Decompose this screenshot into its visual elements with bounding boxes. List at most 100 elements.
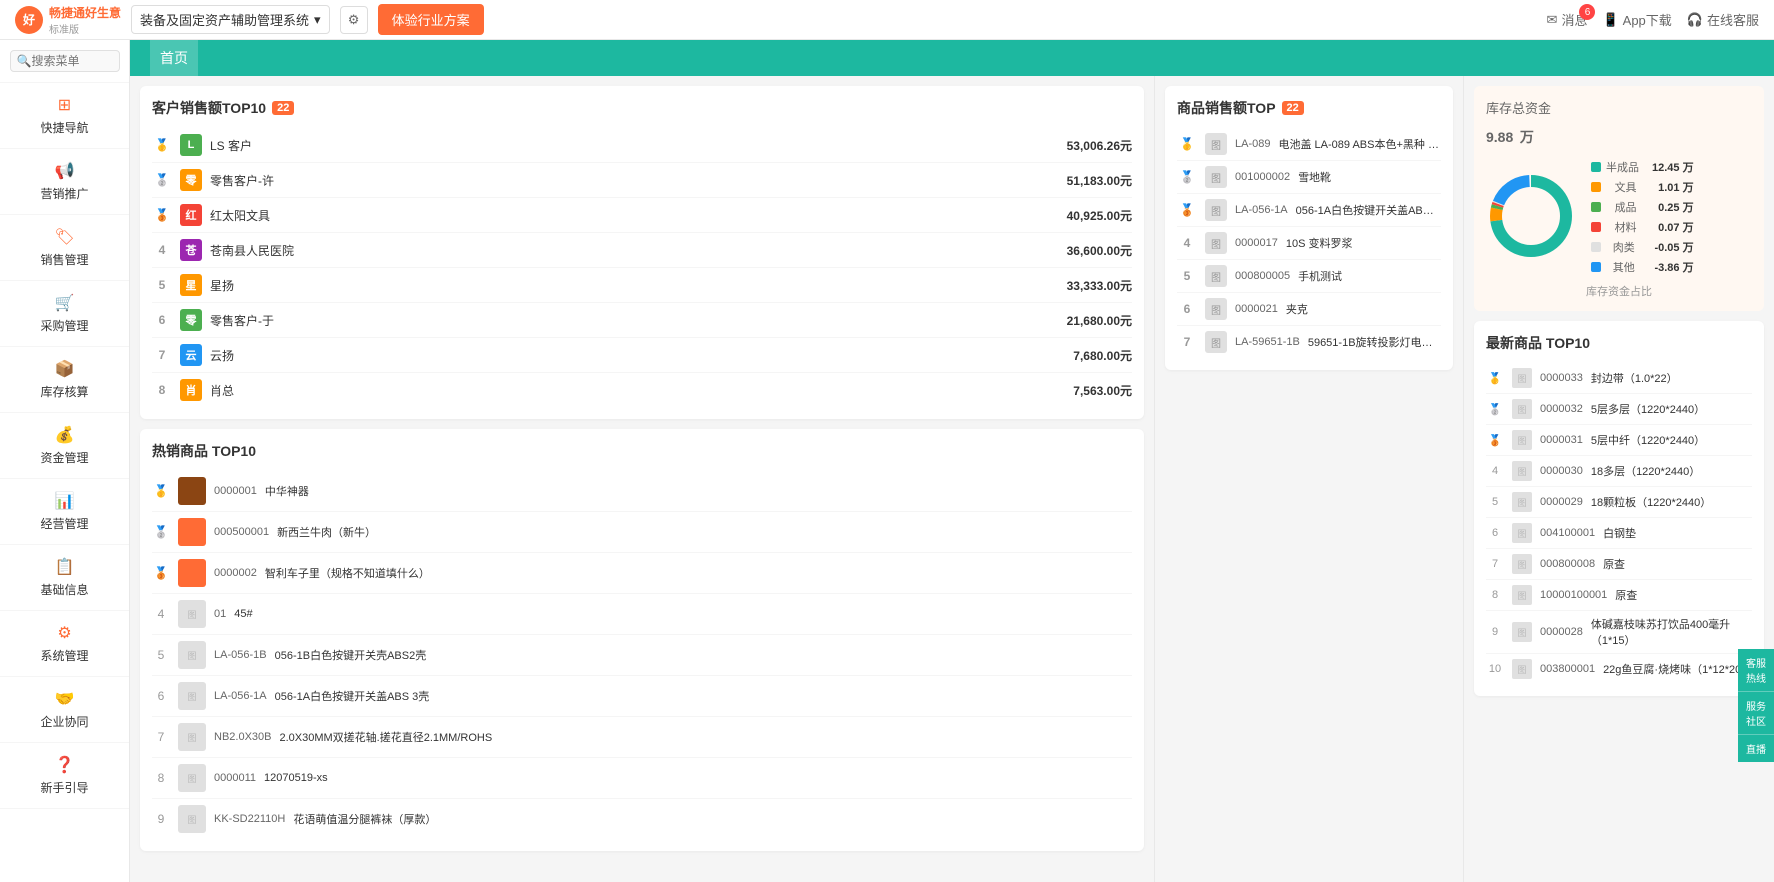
inventory-title: 库存总资金 [1486,98,1752,117]
tab-home[interactable]: 首页 [150,40,198,76]
new-product-row[interactable]: 10 图 003800001 22g鱼豆腐·烧烤味（1*12*20） [1486,654,1752,684]
top-product-row[interactable]: 6 图 0000021 夹克 [1177,293,1441,326]
top-product-row[interactable]: 🥉 图 LA-056-1A 056-1A白色按键开关盖ABS 3壳 [1177,194,1441,227]
topbar: 好 畅捷通好生意 标准版 装备及固定资产辅助管理系统 ▾ ⚙ 体验行业方案 ✉ … [0,0,1774,40]
legend-item: 成品 0.25 万 [1591,199,1694,215]
customer-row[interactable]: 5 星 星扬 33,333.00元 [152,268,1132,303]
customer-row[interactable]: 7 云 云扬 7,680.00元 [152,338,1132,373]
legend-label: 肉类 [1613,239,1635,255]
sidebar-item-finance[interactable]: 💰 资金管理 [0,413,129,479]
sidebar-item-guide[interactable]: ❓ 新手引导 [0,743,129,809]
legend-dot [1591,162,1601,172]
float-btn-service-community[interactable]: 服务社区 [1738,692,1774,735]
new-product-row[interactable]: 🥈 图 0000032 5层多层（1220*2440） [1486,394,1752,425]
hot-rank: 🥇 [152,484,170,498]
rank-number: 🥉 [1177,203,1197,217]
product-thumbnail: 图 [178,723,206,751]
hot-code: 000500001 [214,526,269,538]
hot-name: 2.0X30MM双搓花轴.搓花直径2.1MM/ROHS [279,729,1132,745]
settings-button[interactable]: ⚙ [340,6,368,34]
online-service-label: 在线客服 [1707,10,1759,29]
new-product-row[interactable]: 4 图 0000030 18多层（1220*2440） [1486,456,1752,487]
new-code: 0000033 [1540,372,1583,384]
top-product-row[interactable]: 7 图 LA-59651-1B 59651-1B旋转投影灯电池盒 ABS黑色+5… [1177,326,1441,358]
hot-product-row[interactable]: 🥈 000500001 新西兰牛肉（新牛） [152,512,1132,553]
hot-product-row[interactable]: 6 图 LA-056-1A 056-1A白色按键开关盖ABS 3壳 [152,676,1132,717]
new-rank: 4 [1486,465,1504,477]
hot-rank: 4 [152,607,170,621]
top-products-label: 商品销售额TOP [1177,98,1276,118]
sidebar-item-sales[interactable]: 🏷 销售管理 [0,215,129,281]
sidebar-label-collab: 企业协同 [40,713,88,730]
customer-row[interactable]: 🥈 零 零售客户-许 51,183.00元 [152,163,1132,198]
system-select[interactable]: 装备及固定资产辅助管理系统 ▾ [131,5,330,34]
sidebar-item-system[interactable]: ⚙ 系统管理 [0,611,129,677]
hot-product-row[interactable]: 7 图 NB2.0X30B 2.0X30MM双搓花轴.搓花直径2.1MM/ROH… [152,717,1132,758]
message-button[interactable]: ✉ 消息 6 [1547,10,1588,29]
legend-label: 半成品 [1606,159,1639,175]
product-thumbnail: 图 [178,641,206,669]
sidebar-item-marketing[interactable]: 📢 营销推广 [0,149,129,215]
newest-products-card: 最新商品 TOP10 🥇 图 0000033 封边带（1.0*22） 🥈 图 0… [1474,321,1764,696]
top-products-badge: 22 [1282,101,1304,115]
topbar-right: ✉ 消息 6 📱 App下载 🎧 在线客服 [1547,10,1759,29]
search-menu-item[interactable]: 🔍 [0,40,129,83]
hot-product-row[interactable]: 4 图 01 45# [152,594,1132,635]
app-download-button[interactable]: 📱 App下载 [1602,10,1671,29]
float-btn-customer-service[interactable]: 客服热线 [1738,649,1774,692]
sidebar-item-basic-info[interactable]: 📋 基础信息 [0,545,129,611]
rank-number: 7 [152,348,172,362]
new-product-row[interactable]: 5 图 0000029 18颗粒板（1220*2440） [1486,487,1752,518]
sidebar-item-business[interactable]: 📊 经营管理 [0,479,129,545]
customer-row[interactable]: 🥇 L LS 客户 53,006.26元 [152,128,1132,163]
top-product-row[interactable]: 4 图 0000017 10S 变料罗浆 [1177,227,1441,260]
search-input-wrap[interactable]: 🔍 [10,50,120,72]
new-name: 原查 [1603,556,1752,572]
new-code: 0000028 [1540,626,1583,638]
new-product-row[interactable]: 🥉 图 0000031 5层中纤（1220*2440） [1486,425,1752,456]
customer-avatar: 云 [180,344,202,366]
search-input[interactable] [31,54,111,68]
customer-row[interactable]: 8 肖 肖总 7,563.00元 [152,373,1132,407]
product-thumbnail [178,559,206,587]
logo-text-wrap: 畅捷通好生意 标准版 [49,4,121,36]
sidebar-item-purchase[interactable]: 🛒 采购管理 [0,281,129,347]
legend-value: 12.45 万 [1652,159,1694,175]
sidebar-item-quick-nav[interactable]: ⊞ 快捷导航 [0,83,129,149]
hot-product-row[interactable]: 9 图 KK-SD22110H 花语萌值温分腿裤袜（厚款） [152,799,1132,839]
hot-code: KK-SD22110H [214,813,285,825]
online-service-button[interactable]: 🎧 在线客服 [1687,10,1759,29]
new-product-row[interactable]: 9 图 0000028 体碱嘉枝味苏打饮品400毫升（1*15） [1486,611,1752,654]
customer-name: 苍南县人民医院 [210,242,1059,259]
float-btn-live[interactable]: 直播 [1738,735,1774,762]
customer-row[interactable]: 6 零 零售客户-于 21,680.00元 [152,303,1132,338]
trial-button[interactable]: 体验行业方案 [378,4,484,35]
sidebar-label-finance: 资金管理 [40,449,88,466]
hot-name: 花语萌值温分腿裤袜（厚款） [293,811,1132,827]
hot-product-row[interactable]: 8 图 0000011 12070519-xs [152,758,1132,799]
customer-name: 星扬 [210,277,1059,294]
purchase-icon: 🛒 [55,293,75,313]
new-product-row[interactable]: 7 图 000800008 原查 [1486,549,1752,580]
product-thumbnail: 图 [178,682,206,710]
hot-product-row[interactable]: 🥇 0000001 中华神器 [152,471,1132,512]
top-product-row[interactable]: 🥈 图 001000002 雪地靴 [1177,161,1441,194]
right-panel: 库存总资金 9.88 万 [1464,76,1774,882]
hot-product-row[interactable]: 🥉 0000002 智利车子里（规格不知道填什么） [152,553,1132,594]
new-product-row[interactable]: 🥇 图 0000033 封边带（1.0*22） [1486,363,1752,394]
new-rank: 7 [1486,558,1504,570]
customer-row[interactable]: 4 苍 苍南县人民医院 36,600.00元 [152,233,1132,268]
hot-product-row[interactable]: 5 图 LA-056-1B 056-1B白色按键开关壳ABS2壳 [152,635,1132,676]
new-product-row[interactable]: 6 图 004100001 白钢垫 [1486,518,1752,549]
hot-name: 12070519-xs [264,772,1132,784]
sidebar-item-inventory[interactable]: 📦 库存核算 [0,347,129,413]
hot-rank: 6 [152,689,170,703]
mid-panel: 商品销售额TOP 22 🥇 图 LA-089 电池盖 LA-089 ABS本色+… [1154,76,1464,882]
customer-row[interactable]: 🥉 红 红太阳文具 40,925.00元 [152,198,1132,233]
top-product-row[interactable]: 🥇 图 LA-089 电池盖 LA-089 ABS本色+黑种 7.1克 [1177,128,1441,161]
sidebar-item-collab[interactable]: 🤝 企业协同 [0,677,129,743]
new-name: 22g鱼豆腐·烧烤味（1*12*20） [1603,661,1752,677]
new-product-row[interactable]: 8 图 10000100001 原查 [1486,580,1752,611]
search-icon: 🔍 [17,54,32,68]
top-product-row[interactable]: 5 图 000800005 手机测试 [1177,260,1441,293]
